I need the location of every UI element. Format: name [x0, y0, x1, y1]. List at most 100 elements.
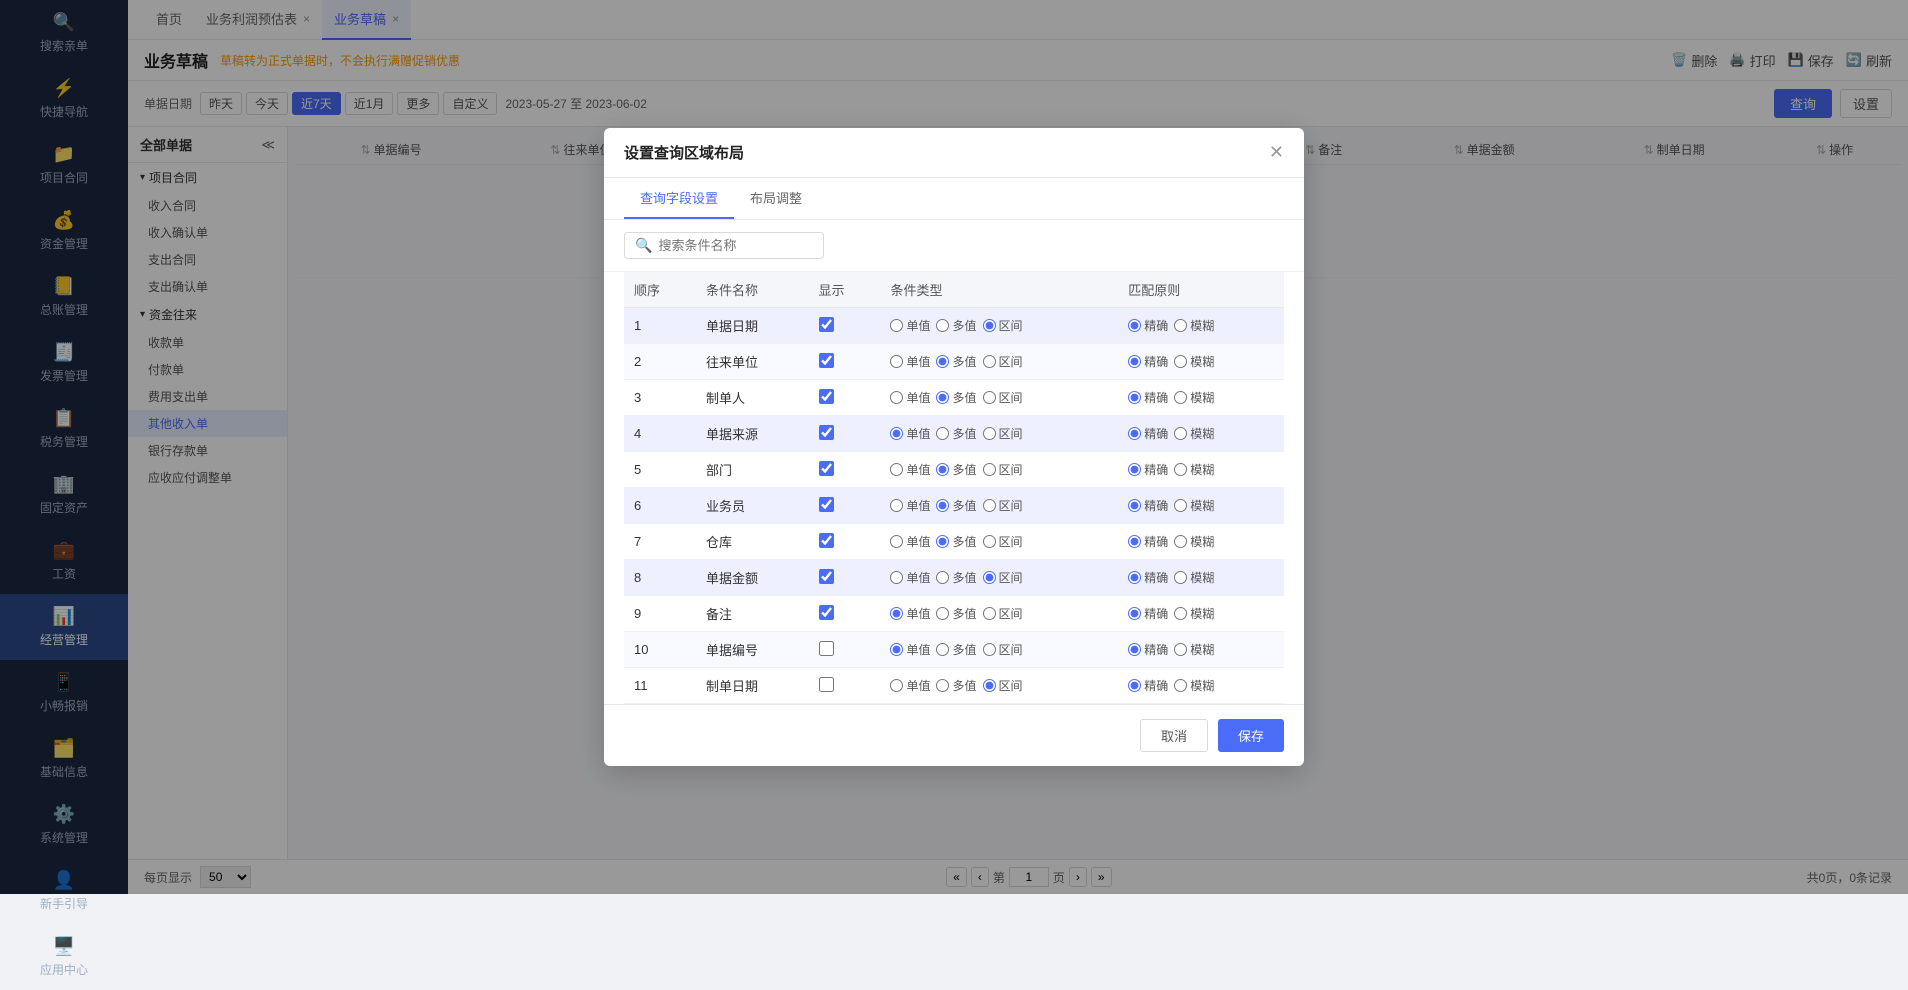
- radio-match-9-精确[interactable]: 精确: [1128, 605, 1168, 622]
- radio-match-3-精确[interactable]: 精确: [1128, 389, 1168, 406]
- radio-match-3-模糊[interactable]: 模糊: [1174, 389, 1214, 406]
- checkbox-show-7[interactable]: [819, 533, 834, 548]
- row-show[interactable]: [809, 380, 881, 416]
- radio-match-10-模糊[interactable]: 模糊: [1174, 641, 1214, 658]
- radio-input-match-10-模糊[interactable]: [1174, 643, 1187, 656]
- checkbox-show-6[interactable]: [819, 497, 834, 512]
- checkbox-show-11[interactable]: [819, 677, 834, 692]
- radio-input-match-9-模糊[interactable]: [1174, 607, 1187, 620]
- radio-cond-4-单值[interactable]: 单值: [890, 425, 930, 442]
- radio-input-match-11-模糊[interactable]: [1174, 679, 1187, 692]
- radio-input-match-1-精确[interactable]: [1128, 319, 1141, 332]
- row-show[interactable]: [809, 560, 881, 596]
- radio-input-cond-7-单值[interactable]: [890, 535, 903, 548]
- radio-match-7-精确[interactable]: 精确: [1128, 533, 1168, 550]
- radio-input-cond-9-多值[interactable]: [936, 607, 949, 620]
- radio-input-cond-8-多值[interactable]: [936, 571, 949, 584]
- radio-input-match-5-精确[interactable]: [1128, 463, 1141, 476]
- radio-cond-7-区间[interactable]: 区间: [983, 533, 1023, 550]
- cancel-button[interactable]: 取消: [1140, 719, 1208, 752]
- radio-input-match-3-精确[interactable]: [1128, 391, 1141, 404]
- radio-match-6-模糊[interactable]: 模糊: [1174, 497, 1214, 514]
- radio-input-cond-3-多值[interactable]: [936, 391, 949, 404]
- radio-cond-5-多值[interactable]: 多值: [936, 461, 976, 478]
- radio-input-match-7-精确[interactable]: [1128, 535, 1141, 548]
- radio-match-2-精确[interactable]: 精确: [1128, 353, 1168, 370]
- radio-cond-3-单值[interactable]: 单值: [890, 389, 930, 406]
- radio-input-match-6-精确[interactable]: [1128, 499, 1141, 512]
- radio-cond-7-多值[interactable]: 多值: [936, 533, 976, 550]
- radio-input-cond-5-区间[interactable]: [983, 463, 996, 476]
- row-show[interactable]: [809, 416, 881, 452]
- radio-input-match-3-模糊[interactable]: [1174, 391, 1187, 404]
- row-cond-type[interactable]: 单值多值区间: [880, 560, 1118, 596]
- radio-cond-5-区间[interactable]: 区间: [983, 461, 1023, 478]
- radio-match-4-精确[interactable]: 精确: [1128, 425, 1168, 442]
- radio-cond-10-单值[interactable]: 单值: [890, 641, 930, 658]
- radio-input-cond-6-单值[interactable]: [890, 499, 903, 512]
- radio-match-10-精确[interactable]: 精确: [1128, 641, 1168, 658]
- row-show[interactable]: [809, 488, 881, 524]
- radio-match-1-模糊[interactable]: 模糊: [1174, 317, 1214, 334]
- radio-input-cond-2-多值[interactable]: [936, 355, 949, 368]
- row-match[interactable]: 精确模糊: [1118, 344, 1284, 380]
- row-cond-type[interactable]: 单值多值区间: [880, 380, 1118, 416]
- radio-cond-1-多值[interactable]: 多值: [936, 317, 976, 334]
- row-show[interactable]: [809, 524, 881, 560]
- radio-input-match-2-精确[interactable]: [1128, 355, 1141, 368]
- radio-input-cond-4-单值[interactable]: [890, 427, 903, 440]
- radio-input-match-8-模糊[interactable]: [1174, 571, 1187, 584]
- radio-cond-6-单值[interactable]: 单值: [890, 497, 930, 514]
- row-match[interactable]: 精确模糊: [1118, 524, 1284, 560]
- checkbox-show-3[interactable]: [819, 389, 834, 404]
- row-cond-type[interactable]: 单值多值区间: [880, 596, 1118, 632]
- radio-input-cond-1-多值[interactable]: [936, 319, 949, 332]
- modal-tab-layout[interactable]: 布局调整: [734, 178, 818, 219]
- radio-input-cond-7-区间[interactable]: [983, 535, 996, 548]
- radio-match-11-模糊[interactable]: 模糊: [1174, 677, 1214, 694]
- row-cond-type[interactable]: 单值多值区间: [880, 668, 1118, 704]
- radio-cond-1-区间[interactable]: 区间: [983, 317, 1023, 334]
- modal-search-input[interactable]: [658, 238, 813, 253]
- row-match[interactable]: 精确模糊: [1118, 668, 1284, 704]
- radio-input-cond-4-区间[interactable]: [983, 427, 996, 440]
- radio-match-2-模糊[interactable]: 模糊: [1174, 353, 1214, 370]
- radio-match-1-精确[interactable]: 精确: [1128, 317, 1168, 334]
- row-match[interactable]: 精确模糊: [1118, 632, 1284, 668]
- radio-input-cond-7-多值[interactable]: [936, 535, 949, 548]
- radio-match-5-模糊[interactable]: 模糊: [1174, 461, 1214, 478]
- radio-cond-1-单值[interactable]: 单值: [890, 317, 930, 334]
- radio-cond-3-多值[interactable]: 多值: [936, 389, 976, 406]
- radio-cond-6-多值[interactable]: 多值: [936, 497, 976, 514]
- row-match[interactable]: 精确模糊: [1118, 488, 1284, 524]
- radio-input-cond-5-多值[interactable]: [936, 463, 949, 476]
- modal-close-button[interactable]: ✕: [1269, 142, 1284, 163]
- radio-cond-9-多值[interactable]: 多值: [936, 605, 976, 622]
- radio-input-cond-4-多值[interactable]: [936, 427, 949, 440]
- radio-input-match-9-精确[interactable]: [1128, 607, 1141, 620]
- radio-cond-4-区间[interactable]: 区间: [983, 425, 1023, 442]
- radio-input-match-7-模糊[interactable]: [1174, 535, 1187, 548]
- row-cond-type[interactable]: 单值多值区间: [880, 344, 1118, 380]
- radio-match-11-精确[interactable]: 精确: [1128, 677, 1168, 694]
- row-show[interactable]: [809, 308, 881, 344]
- row-match[interactable]: 精确模糊: [1118, 308, 1284, 344]
- radio-input-match-5-模糊[interactable]: [1174, 463, 1187, 476]
- radio-input-match-1-模糊[interactable]: [1174, 319, 1187, 332]
- radio-cond-11-单值[interactable]: 单值: [890, 677, 930, 694]
- row-cond-type[interactable]: 单值多值区间: [880, 488, 1118, 524]
- row-match[interactable]: 精确模糊: [1118, 452, 1284, 488]
- radio-match-9-模糊[interactable]: 模糊: [1174, 605, 1214, 622]
- row-cond-type[interactable]: 单值多值区间: [880, 632, 1118, 668]
- radio-input-cond-8-单值[interactable]: [890, 571, 903, 584]
- radio-input-cond-9-单值[interactable]: [890, 607, 903, 620]
- radio-cond-2-单值[interactable]: 单值: [890, 353, 930, 370]
- radio-cond-10-区间[interactable]: 区间: [983, 641, 1023, 658]
- row-cond-type[interactable]: 单值多值区间: [880, 452, 1118, 488]
- row-show[interactable]: [809, 632, 881, 668]
- row-cond-type[interactable]: 单值多值区间: [880, 524, 1118, 560]
- radio-cond-11-多值[interactable]: 多值: [936, 677, 976, 694]
- radio-input-cond-6-多值[interactable]: [936, 499, 949, 512]
- radio-match-8-精确[interactable]: 精确: [1128, 569, 1168, 586]
- row-show[interactable]: [809, 596, 881, 632]
